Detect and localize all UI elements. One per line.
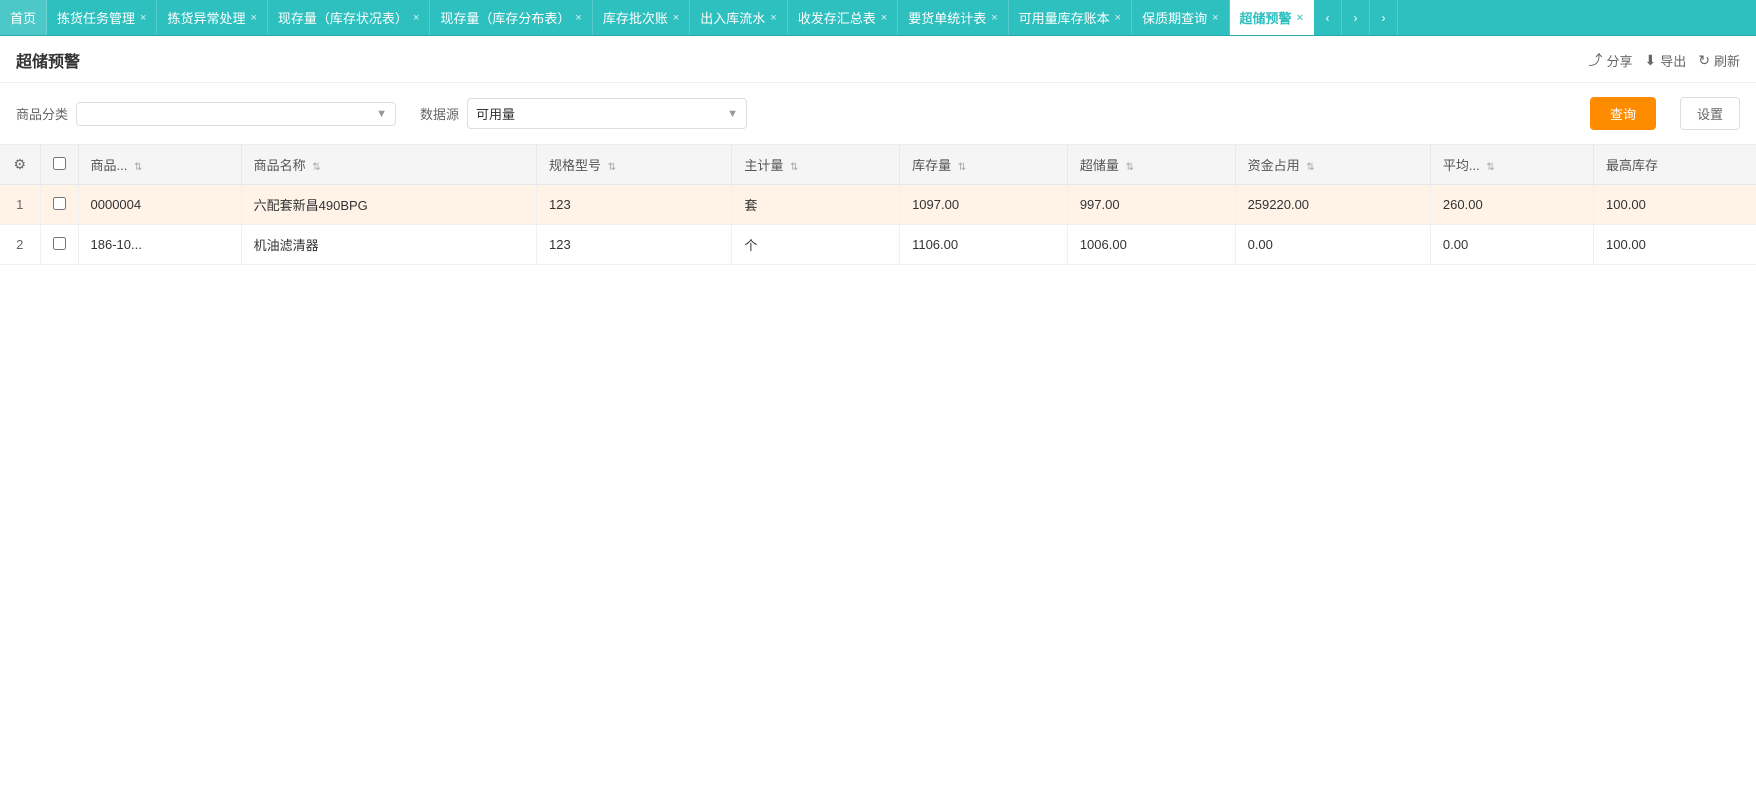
table-row: 1 0000004 六配套新昌490BPG 123 套 1097.00 997.…: [0, 185, 1756, 225]
cell-product-code: 0000004: [78, 185, 241, 225]
sort-icon[interactable]: ⇅: [608, 162, 616, 173]
close-icon[interactable]: ×: [1212, 12, 1218, 24]
query-button[interactable]: 查询: [1590, 97, 1656, 130]
category-label: 商品分类: [16, 104, 68, 123]
cell-avg: 0.00: [1430, 225, 1593, 265]
close-icon[interactable]: ×: [140, 12, 146, 24]
cell-unit: 套: [732, 185, 900, 225]
settings-button[interactable]: 设置: [1680, 97, 1740, 130]
sort-icon[interactable]: ⇅: [312, 162, 320, 173]
nav-item-task-mgmt[interactable]: 拣货任务管理 ×: [47, 0, 157, 35]
cell-max-stock: 100.00: [1594, 185, 1756, 225]
cell-max-stock: 100.00: [1594, 225, 1756, 265]
sort-icon[interactable]: ⇅: [790, 162, 798, 173]
sort-icon[interactable]: ⇅: [1125, 162, 1133, 173]
export-icon: ⬇: [1645, 52, 1657, 69]
category-select[interactable]: ▼: [76, 102, 396, 126]
header-actions: ⤴ 分享 ⬇ 导出 ↻ 刷新: [1588, 50, 1740, 70]
close-icon[interactable]: ×: [1115, 12, 1121, 24]
close-icon[interactable]: ×: [770, 12, 776, 24]
table-container: ⚙ 商品... ⇅ 商品名称 ⇅ 规格型号 ⇅: [0, 145, 1756, 265]
col-overstock: 超储量 ⇅: [1067, 145, 1235, 185]
cell-capital: 259220.00: [1235, 185, 1430, 225]
nav-item-available[interactable]: 可用量库存账本 ×: [1009, 0, 1132, 35]
nav-item-batch[interactable]: 库存批次账 ×: [593, 0, 690, 35]
datasource-value: 可用量: [476, 104, 515, 123]
col-checkbox: [40, 145, 78, 185]
nav-item-stock-dist[interactable]: 现存量（库存分布表） ×: [430, 0, 592, 35]
close-icon[interactable]: ×: [1297, 12, 1303, 24]
row-number: 2: [0, 225, 40, 265]
col-stock: 库存量 ⇅: [900, 145, 1068, 185]
datasource-filter: 数据源 可用量 ▼: [420, 98, 747, 129]
cell-stock: 1097.00: [900, 185, 1068, 225]
filter-bar: 商品分类 ▼ 数据源 可用量 ▼ 查询 设置: [0, 83, 1756, 145]
close-icon[interactable]: ×: [673, 12, 679, 24]
cell-capital: 0.00: [1235, 225, 1430, 265]
refresh-icon: ↻: [1698, 52, 1710, 69]
col-max-stock: 最高库存: [1594, 145, 1756, 185]
nav-next-arrow[interactable]: ›: [1342, 0, 1370, 35]
sort-icon[interactable]: ⇅: [1306, 162, 1314, 173]
cell-spec: 123: [536, 185, 731, 225]
datasource-label: 数据源: [420, 104, 459, 123]
col-avg: 平均... ⇅: [1430, 145, 1593, 185]
row-checkbox[interactable]: [53, 197, 66, 210]
cell-unit: 个: [732, 225, 900, 265]
sort-icon[interactable]: ⇅: [958, 162, 966, 173]
col-product-name: 商品名称 ⇅: [241, 145, 536, 185]
page-title: 超储预警: [16, 48, 80, 72]
row-number: 1: [0, 185, 40, 225]
data-table: ⚙ 商品... ⇅ 商品名称 ⇅ 规格型号 ⇅: [0, 145, 1756, 265]
share-icon: ⤴: [1588, 50, 1602, 70]
close-icon[interactable]: ×: [413, 12, 419, 24]
cell-overstock: 1006.00: [1067, 225, 1235, 265]
gear-icon[interactable]: ⚙: [13, 156, 26, 172]
close-icon[interactable]: ×: [991, 12, 997, 24]
chevron-down-icon: ▼: [727, 108, 738, 120]
table-header-row: ⚙ 商品... ⇅ 商品名称 ⇅ 规格型号 ⇅: [0, 145, 1756, 185]
nav-item-summary[interactable]: 收发存汇总表 ×: [788, 0, 898, 35]
category-filter: 商品分类 ▼: [16, 102, 396, 126]
col-unit: 主计量 ⇅: [732, 145, 900, 185]
close-icon[interactable]: ×: [881, 12, 887, 24]
nav-item-exception[interactable]: 拣货异常处理 ×: [157, 0, 267, 35]
cell-product-code: 186-10...: [78, 225, 241, 265]
row-checkbox-cell: [40, 185, 78, 225]
table-row: 2 186-10... 机油滤清器 123 个 1106.00 1006.00 …: [0, 225, 1756, 265]
refresh-button[interactable]: ↻ 刷新: [1698, 51, 1740, 70]
cell-avg: 260.00: [1430, 185, 1593, 225]
col-product-code: 商品... ⇅: [78, 145, 241, 185]
select-all-checkbox[interactable]: [53, 157, 66, 170]
row-checkbox[interactable]: [53, 237, 66, 250]
share-button[interactable]: ⤴ 分享: [1588, 50, 1632, 70]
nav-item-flow[interactable]: 出入库流水 ×: [690, 0, 787, 35]
cell-stock: 1106.00: [900, 225, 1068, 265]
col-gear: ⚙: [0, 145, 40, 185]
cell-spec: 123: [536, 225, 731, 265]
nav-item-requisition[interactable]: 要货单统计表 ×: [898, 0, 1008, 35]
sort-icon[interactable]: ⇅: [1486, 162, 1494, 173]
top-navigation: 首页 拣货任务管理 × 拣货异常处理 × 现存量（库存状况表） × 现存量（库存…: [0, 0, 1756, 36]
sort-icon[interactable]: ⇅: [134, 162, 142, 173]
nav-item-overstock[interactable]: 超储预警 ×: [1230, 0, 1314, 35]
nav-more-arrow[interactable]: ›: [1370, 0, 1398, 35]
close-icon[interactable]: ×: [250, 12, 256, 24]
datasource-select[interactable]: 可用量 ▼: [467, 98, 747, 129]
cell-overstock: 997.00: [1067, 185, 1235, 225]
close-icon[interactable]: ×: [575, 12, 581, 24]
page-header: 超储预警 ⤴ 分享 ⬇ 导出 ↻ 刷新: [0, 36, 1756, 83]
chevron-down-icon: ▼: [376, 108, 387, 120]
col-spec: 规格型号 ⇅: [536, 145, 731, 185]
nav-item-stock-status[interactable]: 现存量（库存状况表） ×: [268, 0, 430, 35]
nav-item-expiry[interactable]: 保质期查询 ×: [1132, 0, 1229, 35]
export-button[interactable]: ⬇ 导出: [1645, 51, 1687, 70]
row-checkbox-cell: [40, 225, 78, 265]
page-container: 超储预警 ⤴ 分享 ⬇ 导出 ↻ 刷新 商品分类 ▼ 数据源: [0, 36, 1756, 800]
cell-product-name: 六配套新昌490BPG: [241, 185, 536, 225]
nav-item-home[interactable]: 首页: [0, 0, 47, 35]
cell-product-name: 机油滤清器: [241, 225, 536, 265]
nav-prev-arrow[interactable]: ‹: [1314, 0, 1342, 35]
col-capital: 资金占用 ⇅: [1235, 145, 1430, 185]
